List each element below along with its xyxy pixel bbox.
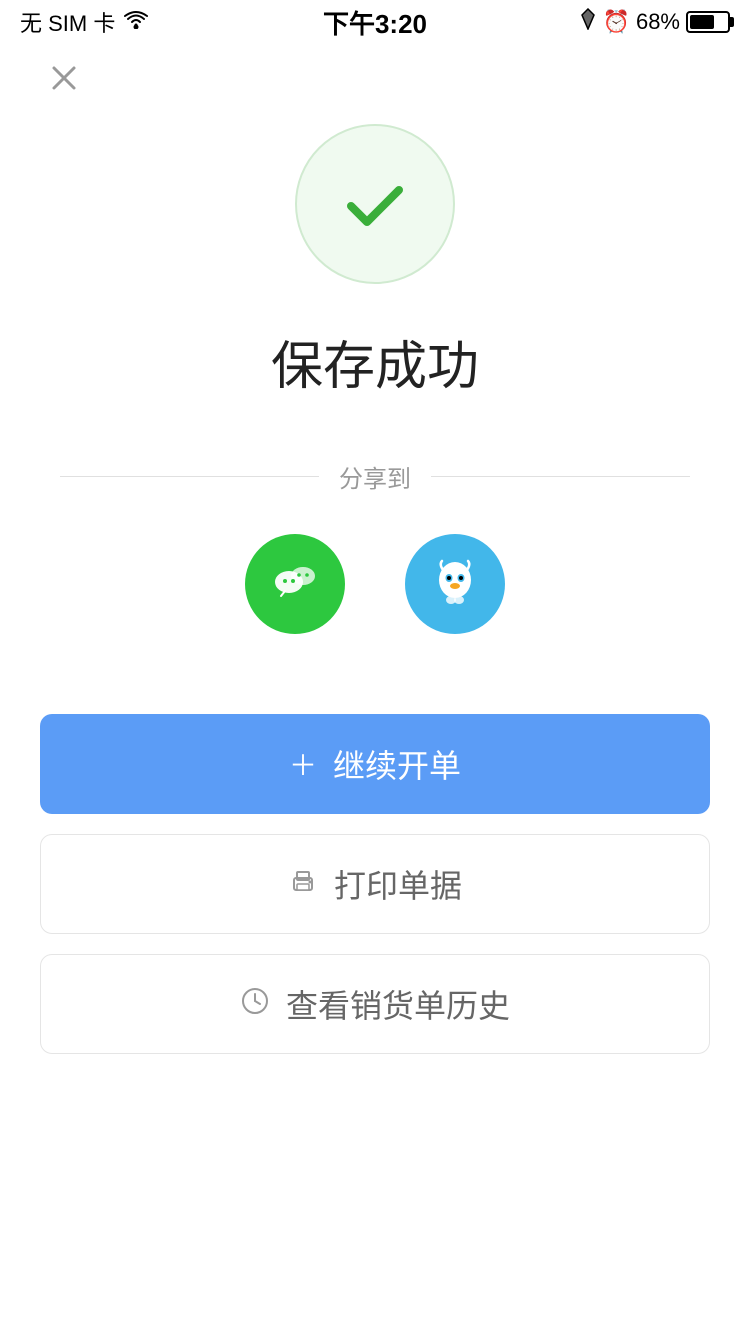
no-sim-text: 无 SIM 卡 (20, 6, 115, 38)
qq-share-button[interactable] (405, 534, 505, 634)
history-label: 查看销货单历史 (286, 981, 510, 1027)
plus-icon: ＋ (289, 744, 317, 784)
share-icons (245, 534, 505, 634)
wifi-icon (123, 9, 149, 35)
battery-percent: 68% (636, 9, 680, 35)
main-content: 保存成功 分享到 (0, 44, 750, 1054)
action-buttons: ＋ 继续开单 打印单据 (0, 714, 750, 1054)
close-icon (48, 62, 80, 94)
print-label: 打印单据 (334, 861, 462, 907)
divider-line-right (431, 476, 690, 477)
close-button[interactable] (40, 54, 88, 102)
qq-icon (427, 556, 483, 612)
wechat-icon (267, 556, 323, 612)
wechat-share-button[interactable] (245, 534, 345, 634)
continue-button[interactable]: ＋ 继续开单 (40, 714, 710, 814)
battery-icon (686, 11, 730, 33)
location-icon (579, 8, 597, 36)
share-label: 分享到 (319, 459, 431, 494)
share-divider: 分享到 (0, 459, 750, 494)
continue-label: 继续开单 (333, 741, 461, 787)
clock-icon (240, 986, 270, 1023)
status-bar: 无 SIM 卡 下午3:20 ⏰ 68% (0, 0, 750, 44)
checkmark-icon (335, 164, 415, 244)
status-time: 下午3:20 (323, 4, 427, 41)
status-left: 无 SIM 卡 (20, 6, 149, 38)
history-button[interactable]: 查看销货单历史 (40, 954, 710, 1054)
print-button[interactable]: 打印单据 (40, 834, 710, 934)
divider-line-left (60, 476, 319, 477)
success-circle (295, 124, 455, 284)
success-title: 保存成功 (271, 324, 479, 399)
status-right: ⏰ 68% (579, 8, 730, 36)
print-icon (288, 866, 318, 903)
alarm-icon: ⏰ (603, 9, 630, 35)
